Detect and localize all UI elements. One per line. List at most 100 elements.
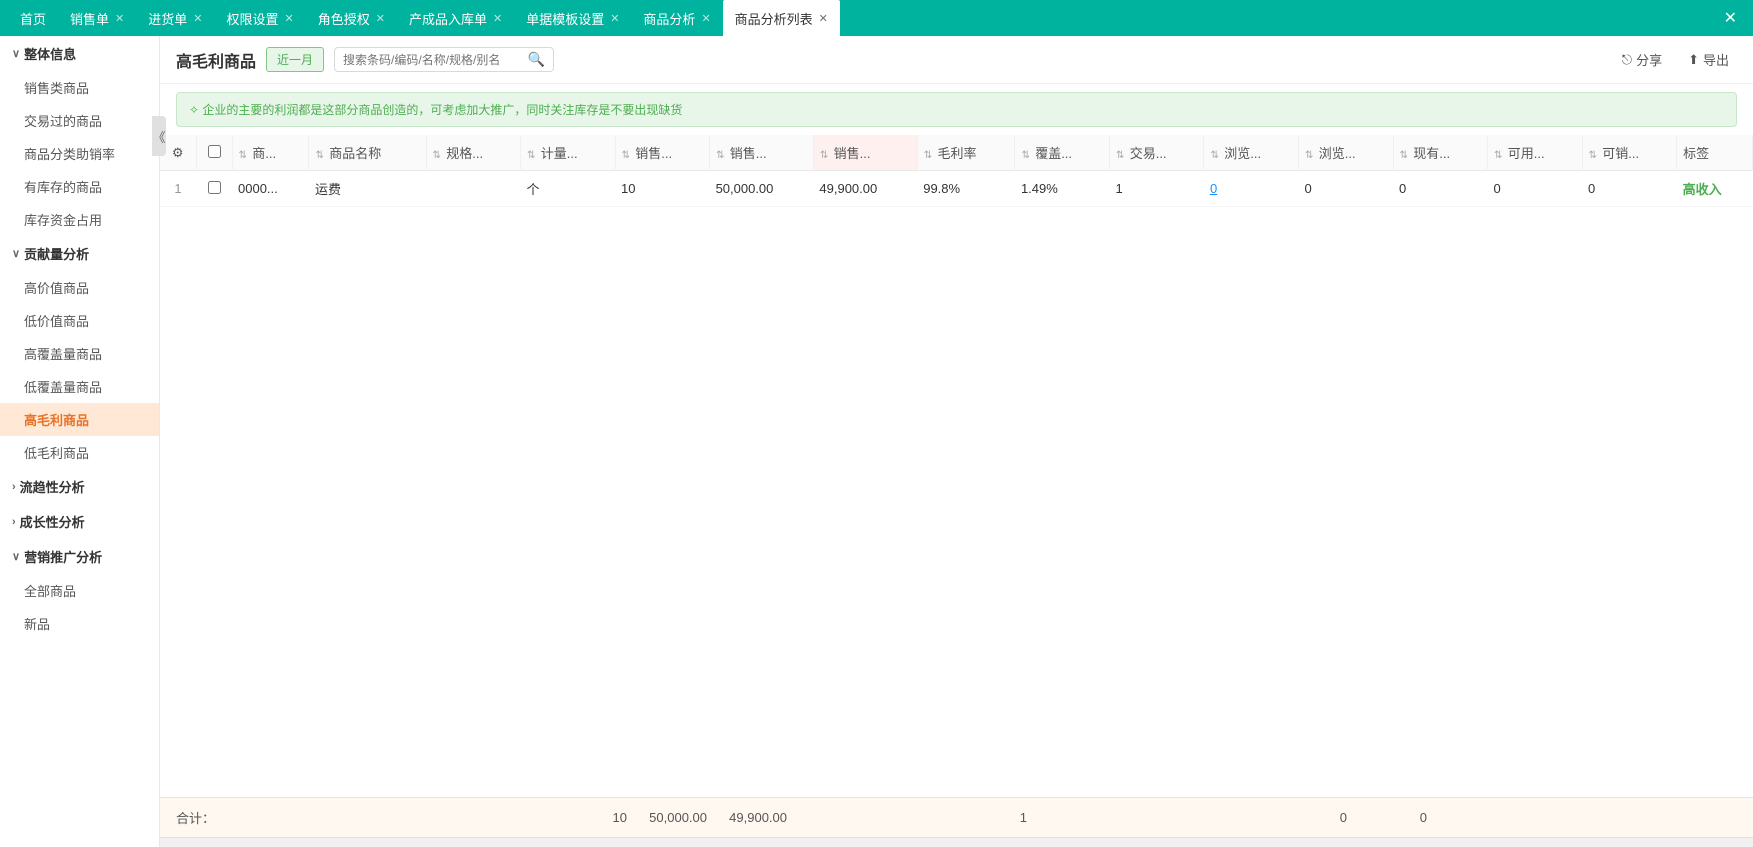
search-input[interactable] xyxy=(343,53,528,67)
cell-sellable-stock: 0 xyxy=(1582,171,1677,207)
sidebar-item-low-margin[interactable]: 低毛利商品 xyxy=(0,436,159,469)
cell-index: 1 xyxy=(160,171,196,207)
close-icon[interactable]: ✕ xyxy=(193,12,202,25)
sort-icon: ⇅ xyxy=(1210,150,1218,161)
filter-month-button[interactable]: 近一月 xyxy=(266,47,324,72)
info-banner: ✧ 企业的主要的利润都是这部分商品创造的，可考虑加大推广，同时关注库存是不要出现… xyxy=(176,92,1737,127)
sidebar-collapse-button[interactable]: 《 xyxy=(152,116,166,156)
sidebar-group-marketing[interactable]: ∨ 营销推广分析 xyxy=(0,539,159,574)
content-header: 高毛利商品 近一月 🔍 ⎋ 分享 ⬆ 导出 xyxy=(160,36,1753,84)
app-close-button[interactable]: ✕ xyxy=(1716,8,1745,28)
search-box[interactable]: 🔍 xyxy=(334,47,554,72)
sidebar-group-trend[interactable]: › 流趋性分析 xyxy=(0,469,159,504)
col-transaction[interactable]: ⇅ 交易... xyxy=(1109,135,1204,171)
select-all-checkbox[interactable] xyxy=(208,145,221,158)
cell-browse1[interactable]: 0 xyxy=(1204,171,1299,207)
sidebar-item-high-value[interactable]: 高价值商品 xyxy=(0,271,159,304)
table-row: 1 0000... 运费 xyxy=(160,171,1753,207)
sidebar-item-high-margin[interactable]: 高毛利商品 xyxy=(0,403,159,436)
footer-current-stock: 0 xyxy=(1275,810,1355,825)
table-container: ⚙ ⇅ 商... ⇅ 商品名称 xyxy=(160,135,1753,797)
nav-item-purchase[interactable]: 进货单 ✕ xyxy=(136,0,214,36)
col-sales-qty[interactable]: ⇅ 销售... xyxy=(615,135,710,171)
nav-item-permission[interactable]: 权限设置 ✕ xyxy=(214,0,305,36)
share-icon: ⎋ xyxy=(1622,52,1632,68)
cell-checkbox[interactable] xyxy=(196,171,232,207)
col-available-stock[interactable]: ⇅ 可用... xyxy=(1488,135,1583,171)
cell-available-stock: 0 xyxy=(1488,171,1583,207)
cell-sales-cost: 49,900.00 xyxy=(813,171,917,207)
col-browse2[interactable]: ⇅ 浏览... xyxy=(1299,135,1394,171)
sidebar-item-low-coverage[interactable]: 低覆盖量商品 xyxy=(0,370,159,403)
close-icon[interactable]: ✕ xyxy=(701,12,710,25)
col-coverage[interactable]: ⇅ 覆盖... xyxy=(1015,135,1110,171)
cell-sales-qty: 10 xyxy=(615,171,710,207)
nav-item-role[interactable]: 角色授权 ✕ xyxy=(306,0,397,36)
col-sales-cost[interactable]: ⇅ 销售... xyxy=(813,135,917,171)
nav-item-analysis-list[interactable]: 商品分析列表 ✕ xyxy=(723,0,840,36)
sort-icon: ⇅ xyxy=(1494,150,1502,161)
cell-tag: 高收入 xyxy=(1677,171,1753,207)
sidebar-item-traded-goods[interactable]: 交易过的商品 xyxy=(0,104,159,137)
chevron-down-icon: ∨ xyxy=(12,247,20,260)
footer-sales-qty: 10 xyxy=(555,810,635,825)
cell-transaction: 1 xyxy=(1109,171,1204,207)
nav-item-product-analysis[interactable]: 商品分析 ✕ xyxy=(631,0,722,36)
col-tag[interactable]: 标签 xyxy=(1677,135,1753,171)
sidebar-item-stock-capital[interactable]: 库存资金占用 xyxy=(0,203,159,236)
sidebar-item-category-rate[interactable]: 商品分类助销率 xyxy=(0,137,159,170)
export-button[interactable]: ⬆ 导出 xyxy=(1680,46,1737,73)
col-browse1[interactable]: ⇅ 浏览... xyxy=(1204,135,1299,171)
sidebar-group-overall[interactable]: ∨ 整体信息 xyxy=(0,36,159,71)
sort-icon: ⇅ xyxy=(315,150,323,161)
sidebar-group-contribution[interactable]: ∨ 贡献量分析 xyxy=(0,236,159,271)
close-icon[interactable]: ✕ xyxy=(115,12,124,25)
cell-name: 运费 xyxy=(309,171,426,207)
sort-icon: ⇅ xyxy=(1400,150,1408,161)
export-icon: ⬆ xyxy=(1688,52,1699,68)
sort-icon: ⇅ xyxy=(820,150,828,161)
sort-icon: ⇅ xyxy=(1116,150,1124,161)
close-icon[interactable]: ✕ xyxy=(610,12,619,25)
chevron-down-icon: ∨ xyxy=(12,550,20,563)
sidebar-item-new-goods[interactable]: 新品 xyxy=(0,607,159,640)
sidebar-item-high-coverage[interactable]: 高覆盖量商品 xyxy=(0,337,159,370)
sort-icon: ⇅ xyxy=(1021,150,1029,161)
sidebar-item-in-stock[interactable]: 有库存的商品 xyxy=(0,170,159,203)
page-title: 高毛利商品 xyxy=(176,48,256,72)
col-code[interactable]: ⇅ 商... xyxy=(232,135,309,171)
sort-icon: ⇅ xyxy=(924,150,932,161)
content-area: 高毛利商品 近一月 🔍 ⎋ 分享 ⬆ 导出 ✧ 企业的主要的利润都是这部分商品创… xyxy=(160,36,1753,847)
settings-icon[interactable]: ⚙ xyxy=(172,145,184,160)
sidebar-item-low-value[interactable]: 低价值商品 xyxy=(0,304,159,337)
col-gross-margin[interactable]: ⇅ 毛利率 xyxy=(917,135,1015,171)
footer-sales-cost: 49,900.00 xyxy=(715,810,795,825)
footer-sales-amount: 50,000.00 xyxy=(635,810,715,825)
cell-coverage: 1.49% xyxy=(1015,171,1110,207)
close-icon[interactable]: ✕ xyxy=(376,12,385,25)
cell-sales-amount: 50,000.00 xyxy=(710,171,814,207)
col-sellable-stock[interactable]: ⇅ 可销... xyxy=(1582,135,1677,171)
sidebar-item-sales-goods[interactable]: 销售类商品 xyxy=(0,71,159,104)
nav-item-template[interactable]: 单据模板设置 ✕ xyxy=(514,0,631,36)
col-sales-amount[interactable]: ⇅ 销售... xyxy=(710,135,814,171)
col-unit[interactable]: ⇅ 计量... xyxy=(521,135,616,171)
nav-item-production[interactable]: 产成品入库单 ✕ xyxy=(397,0,514,36)
sidebar-item-all-goods[interactable]: 全部商品 xyxy=(0,574,159,607)
col-name[interactable]: ⇅ 商品名称 xyxy=(309,135,426,171)
nav-item-sales[interactable]: 销售单 ✕ xyxy=(58,0,136,36)
row-checkbox[interactable] xyxy=(208,181,221,194)
close-icon[interactable]: ✕ xyxy=(819,12,828,25)
close-icon[interactable]: ✕ xyxy=(493,12,502,25)
sidebar-group-growth[interactable]: › 成长性分析 xyxy=(0,504,159,539)
col-spec[interactable]: ⇅ 规格... xyxy=(426,135,521,171)
sort-icon: ⇅ xyxy=(716,150,724,161)
col-checkbox[interactable] xyxy=(196,135,232,171)
close-icon[interactable]: ✕ xyxy=(285,12,294,25)
footer-label: 合计： xyxy=(176,808,215,827)
col-current-stock[interactable]: ⇅ 现有... xyxy=(1393,135,1488,171)
chevron-right-icon: › xyxy=(12,516,16,528)
nav-item-home[interactable]: 首页 xyxy=(8,0,58,36)
horizontal-scrollbar[interactable] xyxy=(160,837,1753,847)
share-button[interactable]: ⎋ 分享 xyxy=(1614,46,1670,73)
